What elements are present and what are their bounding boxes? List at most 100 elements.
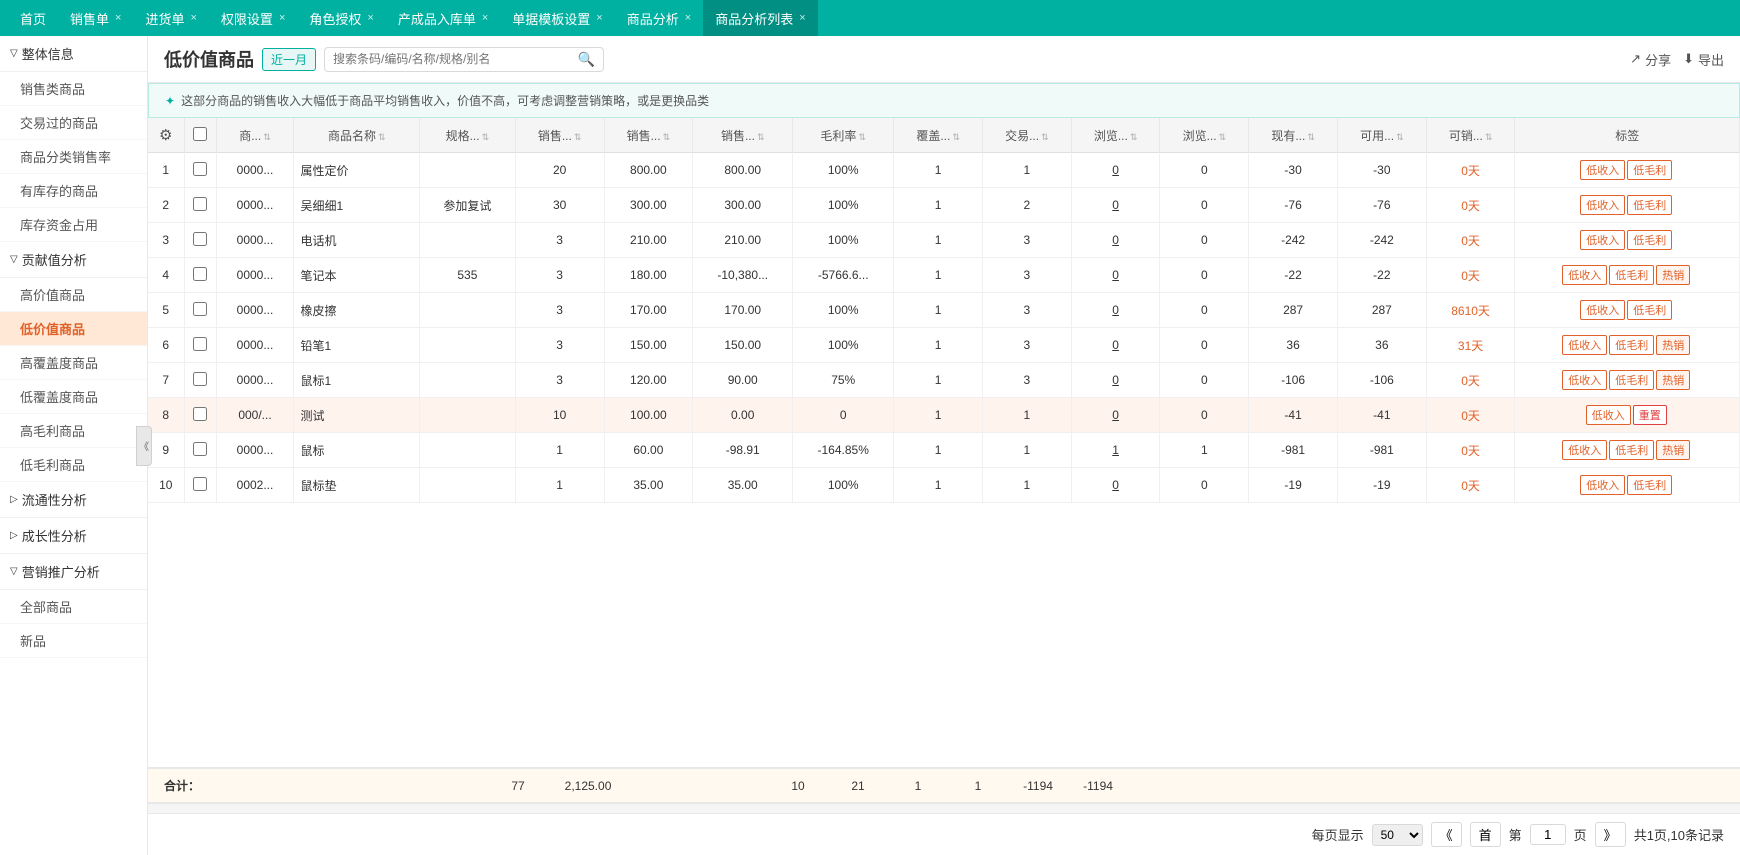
- row-checkbox[interactable]: [193, 442, 207, 456]
- th-available[interactable]: 可用...⇅: [1337, 118, 1426, 153]
- info-banner: ✦ 这部分商品的销售收入大幅低于商品平均销售收入，价值不高，可考虑调整营销策略，…: [148, 83, 1740, 118]
- td-browse2: 1: [1160, 433, 1249, 468]
- table-container[interactable]: ⚙ 商...⇅ 商品名称⇅ 规格...⇅ 销售...⇅ 销售...⇅ 销售...…: [148, 118, 1740, 767]
- nav-product-analysis[interactable]: 商品分析 ×: [615, 0, 703, 36]
- th-gear[interactable]: ⚙: [148, 118, 184, 153]
- sidebar-item-sales-goods[interactable]: 销售类商品: [0, 72, 147, 106]
- browse1-link[interactable]: 0: [1112, 233, 1119, 247]
- sidebar-item-category-rate[interactable]: 商品分类销售率: [0, 140, 147, 174]
- browse1-link[interactable]: 0: [1112, 408, 1119, 422]
- gear-icon[interactable]: ⚙: [159, 127, 172, 144]
- row-checkbox[interactable]: [193, 302, 207, 316]
- bottom-scrollbar[interactable]: [148, 803, 1740, 813]
- nav-template-close[interactable]: ×: [596, 12, 602, 24]
- nav-permission-close[interactable]: ×: [279, 12, 285, 24]
- nav-home[interactable]: 首页: [8, 0, 58, 36]
- sidebar-group-growth[interactable]: ▷ 成长性分析: [0, 518, 147, 554]
- td-no: 7: [148, 363, 184, 398]
- th-name[interactable]: 商品名称⇅: [294, 118, 420, 153]
- td-browse2: 0: [1160, 153, 1249, 188]
- sidebar-item-all-goods[interactable]: 全部商品: [0, 590, 147, 624]
- share-button[interactable]: ↗ 分享: [1630, 50, 1671, 69]
- sidebar-group-marketing[interactable]: ▽ 营销推广分析: [0, 554, 147, 590]
- export-button[interactable]: ⬇ 导出: [1683, 50, 1724, 69]
- browse1-link[interactable]: 1: [1112, 443, 1119, 457]
- nav-template[interactable]: 单据模板设置 ×: [500, 0, 614, 36]
- browse1-link[interactable]: 0: [1112, 268, 1119, 282]
- sidebar-item-low-coverage[interactable]: 低覆盖度商品: [0, 380, 147, 414]
- row-checkbox[interactable]: [193, 162, 207, 176]
- th-current[interactable]: 现有...⇅: [1249, 118, 1338, 153]
- select-all-checkbox[interactable]: [193, 127, 207, 141]
- row-checkbox[interactable]: [193, 372, 207, 386]
- search-input[interactable]: [333, 52, 578, 66]
- row-checkbox[interactable]: [193, 407, 207, 421]
- sidebar-item-low-margin[interactable]: 低毛利商品: [0, 448, 147, 482]
- sidebar-item-low-value[interactable]: 低价值商品: [0, 312, 147, 346]
- td-current: -41: [1249, 398, 1338, 433]
- browse1-link[interactable]: 0: [1112, 303, 1119, 317]
- td-cover: 1: [894, 468, 983, 503]
- browse1-link[interactable]: 0: [1112, 478, 1119, 492]
- sidebar-item-high-coverage[interactable]: 高覆盖度商品: [0, 346, 147, 380]
- sidebar-group-contribution[interactable]: ▽ 贡献值分析: [0, 242, 147, 278]
- first-page-btn[interactable]: 《: [1431, 822, 1462, 847]
- per-page-select[interactable]: 50 100 200: [1372, 824, 1423, 846]
- sidebar-item-stock-capital[interactable]: 库存资金占用: [0, 208, 147, 242]
- td-sales-qty: 3: [515, 223, 604, 258]
- sidebar-item-new-goods[interactable]: 新品: [0, 624, 147, 658]
- nav-product-list[interactable]: 商品分析列表 ×: [703, 0, 817, 36]
- th-cover[interactable]: 覆盖...⇅: [894, 118, 983, 153]
- next-page-btn[interactable]: 》: [1595, 822, 1626, 847]
- th-sales-qty[interactable]: 销售...⇅: [515, 118, 604, 153]
- sidebar-group-liquidity[interactable]: ▷ 流通性分析: [0, 482, 147, 518]
- td-browse2: 0: [1160, 468, 1249, 503]
- td-name: 鼠标垫: [294, 468, 420, 503]
- nav-product-analysis-close[interactable]: ×: [685, 12, 691, 24]
- th-sales-avg[interactable]: 销售...⇅: [693, 118, 793, 153]
- nav-product-in-close[interactable]: ×: [482, 12, 488, 24]
- time-tag-btn[interactable]: 近一月: [262, 48, 316, 71]
- sidebar-item-high-margin[interactable]: 高毛利商品: [0, 414, 147, 448]
- browse1-link[interactable]: 0: [1112, 373, 1119, 387]
- browse1-link[interactable]: 0: [1112, 163, 1119, 177]
- th-sellable[interactable]: 可销...⇅: [1426, 118, 1515, 153]
- td-sales-avg: 170.00: [693, 293, 793, 328]
- row-checkbox[interactable]: [193, 197, 207, 211]
- td-no: 10: [148, 468, 184, 503]
- sidebar-collapse-btn[interactable]: 《: [136, 426, 152, 466]
- nav-purchase-close[interactable]: ×: [190, 12, 196, 24]
- th-trade[interactable]: 交易...⇅: [982, 118, 1071, 153]
- th-browse2[interactable]: 浏览...⇅: [1160, 118, 1249, 153]
- nav-product-list-close[interactable]: ×: [799, 12, 805, 24]
- page-number-input[interactable]: [1530, 824, 1566, 845]
- browse1-link[interactable]: 0: [1112, 338, 1119, 352]
- nav-role-close[interactable]: ×: [367, 12, 373, 24]
- browse1-link[interactable]: 0: [1112, 198, 1119, 212]
- row-checkbox[interactable]: [193, 267, 207, 281]
- nav-product-in[interactable]: 产成品入库单 ×: [386, 0, 500, 36]
- th-code[interactable]: 商...⇅: [216, 118, 294, 153]
- nav-sales[interactable]: 销售单 ×: [58, 0, 133, 36]
- sort-available-icon: ⇅: [1396, 132, 1404, 143]
- sidebar-item-stock-goods[interactable]: 有库存的商品: [0, 174, 147, 208]
- sidebar-item-high-value[interactable]: 高价值商品: [0, 278, 147, 312]
- nav-sales-close[interactable]: ×: [115, 12, 121, 24]
- nav-purchase[interactable]: 进货单 ×: [133, 0, 208, 36]
- th-tag: 标签: [1515, 118, 1740, 153]
- td-browse1: 0: [1071, 468, 1160, 503]
- th-browse1[interactable]: 浏览...⇅: [1071, 118, 1160, 153]
- th-sales-amt[interactable]: 销售...⇅: [604, 118, 693, 153]
- row-checkbox[interactable]: [193, 337, 207, 351]
- search-icon[interactable]: 🔍: [578, 51, 595, 68]
- th-gross[interactable]: 毛利率⇅: [793, 118, 894, 153]
- row-checkbox[interactable]: [193, 477, 207, 491]
- th-spec[interactable]: 规格...⇅: [420, 118, 516, 153]
- sidebar-item-traded-goods[interactable]: 交易过的商品: [0, 106, 147, 140]
- sidebar-group-overall[interactable]: ▽ 整体信息: [0, 36, 147, 72]
- nav-role[interactable]: 角色授权 ×: [297, 0, 385, 36]
- prev-page-btn[interactable]: 首: [1470, 822, 1501, 847]
- row-checkbox[interactable]: [193, 232, 207, 246]
- table-row: 10 0002... 鼠标垫 1 35.00 35.00 100% 1 1 0 …: [148, 468, 1740, 503]
- nav-permission[interactable]: 权限设置 ×: [209, 0, 297, 36]
